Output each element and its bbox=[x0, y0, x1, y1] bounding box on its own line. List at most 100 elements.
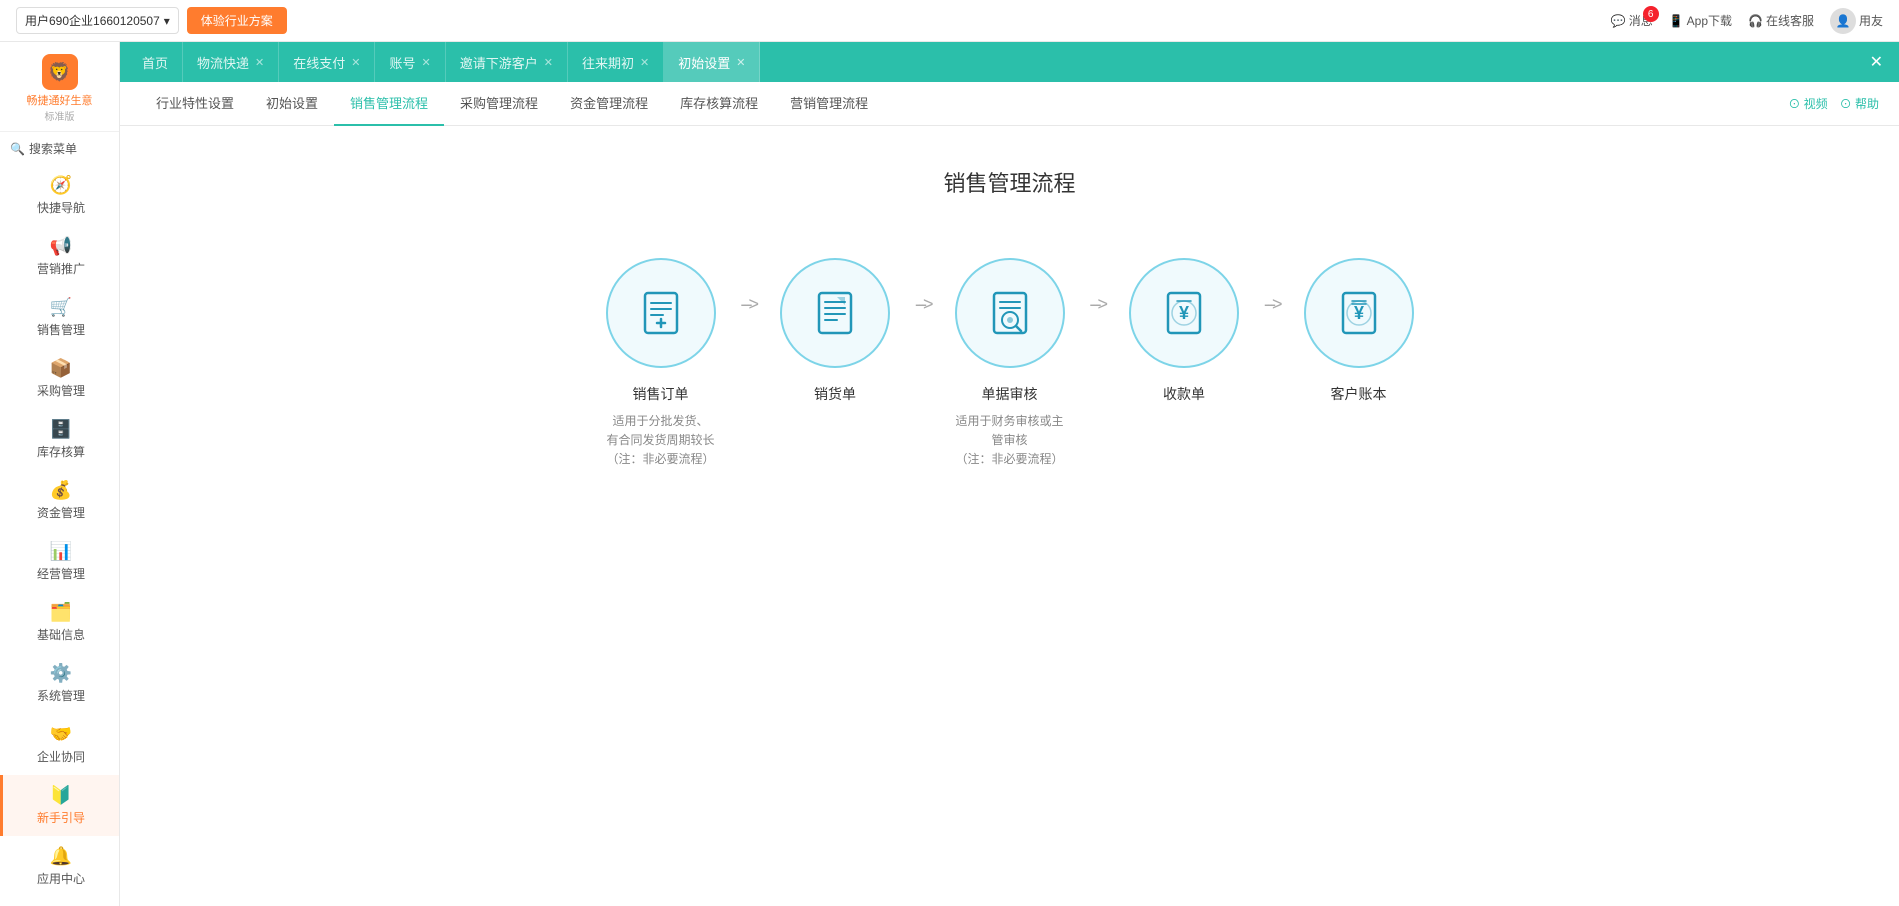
nav-tab-初始设置[interactable]: 初始设置 ✕ bbox=[664, 42, 760, 82]
sidebar-item-finance[interactable]: 💰 资金管理 bbox=[0, 470, 119, 531]
sub-tab-初始设置[interactable]: 初始设置 bbox=[250, 82, 334, 126]
sidebar-item-sales[interactable]: 🛒 销售管理 bbox=[0, 287, 119, 348]
flow-item-bill-review[interactable]: 单据审核 适用于财务审核或主管审核（注：非必要流程） bbox=[930, 258, 1090, 470]
app-icon: 📱 bbox=[1669, 14, 1684, 28]
sidebar-item-guide[interactable]: 🔰 新手引导 bbox=[0, 775, 119, 836]
top-header: 用户690企业1660120507 ▾ 体验行业方案 💬 消息 6 📱 App下… bbox=[0, 0, 1899, 42]
header-right: 💬 消息 6 📱 App下载 🎧 在线客服 👤 用友 bbox=[1611, 8, 1883, 34]
sub-tab-销售管理流程[interactable]: 销售管理流程 bbox=[334, 82, 444, 126]
sub-tab-资金管理流程[interactable]: 资金管理流程 bbox=[554, 82, 664, 126]
sub-tab-库存核算流程[interactable]: 库存核算流程 bbox=[664, 82, 774, 126]
sidebar-label-guide: 新手引导 bbox=[37, 809, 85, 826]
sidebar-items: 🧭 快捷导航 📢 营销推广 🛒 销售管理 📦 采购管理 🗄️ 库存核算 💰 资金… bbox=[0, 165, 119, 906]
sidebar-icon-guide: 🔰 bbox=[50, 785, 72, 806]
flow-circle-receipt[interactable]: ¥ bbox=[1129, 258, 1239, 368]
sidebar-icon-quick: 🧭 bbox=[50, 175, 72, 196]
sidebar-item-quick[interactable]: 🧭 快捷导航 bbox=[0, 165, 119, 226]
sub-tab-采购管理流程[interactable]: 采购管理流程 bbox=[444, 82, 554, 126]
page-content: 销售管理流程 销售订单 适用于分批发货、有合同发货周期较长（注：非必要流程） -… bbox=[120, 126, 1899, 906]
message-btn[interactable]: 💬 消息 6 bbox=[1611, 12, 1653, 29]
flow-item-customer-account[interactable]: ¥ 客户账本 bbox=[1279, 258, 1439, 412]
nav-tab-在线支付[interactable]: 在线支付 ✕ bbox=[279, 42, 375, 82]
search-label: 搜索菜单 bbox=[29, 140, 77, 157]
main-layout: 🦁 畅捷通好生意 标准版 🔍 搜索菜单 🧭 快捷导航 📢 营销推广 🛒 销售管理… bbox=[0, 42, 1899, 906]
flow-item-receipt[interactable]: ¥ 收款单 bbox=[1104, 258, 1264, 412]
sidebar-label-purchase: 采购管理 bbox=[37, 382, 85, 399]
sidebar-label-inventory: 库存核算 bbox=[37, 443, 85, 460]
nav-tab-账号[interactable]: 账号 ✕ bbox=[375, 42, 445, 82]
close-all-tabs[interactable]: ✕ bbox=[1862, 52, 1891, 72]
flow-circle-bill-review[interactable] bbox=[955, 258, 1065, 368]
sidebar-item-wechat[interactable]: 💬 企业微信 bbox=[0, 897, 119, 906]
avatar: 👤 bbox=[1830, 8, 1856, 34]
service-btn[interactable]: 🎧 在线客服 bbox=[1748, 12, 1814, 29]
sidebar-item-purchase[interactable]: 📦 采购管理 bbox=[0, 348, 119, 409]
flow-label-receipt: 收款单 bbox=[1163, 384, 1205, 404]
sidebar-item-apps[interactable]: 🔔 应用中心 bbox=[0, 836, 119, 897]
flow-desc-bill-review: 适用于财务审核或主管审核（注：非必要流程） bbox=[955, 412, 1063, 470]
headset-icon: 🎧 bbox=[1748, 14, 1763, 28]
close-tab-icon[interactable]: ✕ bbox=[422, 56, 431, 69]
flow-label-bill-review: 单据审核 bbox=[982, 384, 1038, 404]
close-tab-icon[interactable]: ✕ bbox=[351, 56, 360, 69]
sidebar-icon-inventory: 🗄️ bbox=[50, 419, 72, 440]
nav-tab-往来期初[interactable]: 往来期初 ✕ bbox=[568, 42, 664, 82]
sidebar-icon-apps: 🔔 bbox=[50, 846, 72, 867]
search-menu[interactable]: 🔍 搜索菜单 bbox=[0, 132, 119, 165]
sidebar-logo: 🦁 畅捷通好生意 标准版 bbox=[0, 42, 119, 132]
flow-item-sales-bill[interactable]: 销货单 bbox=[755, 258, 915, 412]
nav-tab-label: 首页 bbox=[142, 53, 168, 72]
flow-label-customer-account: 客户账本 bbox=[1331, 384, 1387, 404]
flow-circle-sales-order[interactable] bbox=[606, 258, 716, 368]
sidebar-item-basic[interactable]: 🗂️ 基础信息 bbox=[0, 592, 119, 653]
sub-tab-action-⊙ 视频[interactable]: ⊙ 视频 bbox=[1788, 95, 1827, 112]
flow-circle-sales-bill[interactable] bbox=[780, 258, 890, 368]
close-tab-icon[interactable]: ✕ bbox=[544, 56, 553, 69]
sidebar-icon-sales: 🛒 bbox=[50, 297, 72, 318]
user-avatar-area[interactable]: 👤 用友 bbox=[1830, 8, 1883, 34]
sub-tab-行业特性设置[interactable]: 行业特性设置 bbox=[140, 82, 250, 126]
nav-tab-label: 邀请下游客户 bbox=[460, 53, 538, 72]
sub-tab-action-⊙ 帮助[interactable]: ⊙ 帮助 bbox=[1840, 95, 1879, 112]
app-download-btn[interactable]: 📱 App下载 bbox=[1669, 12, 1732, 29]
nav-tab-邀请下游客户[interactable]: 邀请下游客户 ✕ bbox=[446, 42, 568, 82]
nav-tab-首页[interactable]: 首页 bbox=[128, 42, 183, 82]
sidebar-label-operation: 经营管理 bbox=[37, 565, 85, 582]
nav-tab-label: 物流快递 bbox=[197, 53, 249, 72]
sidebar-item-operation[interactable]: 📊 经营管理 bbox=[0, 531, 119, 592]
app-label: App下载 bbox=[1687, 12, 1732, 29]
sidebar-item-inventory[interactable]: 🗄️ 库存核算 bbox=[0, 409, 119, 470]
sidebar-label-finance: 资金管理 bbox=[37, 504, 85, 521]
sidebar-icon-marketing: 📢 bbox=[50, 236, 72, 257]
close-tab-icon[interactable]: ✕ bbox=[640, 56, 649, 69]
sidebar-icon-cooperation: 🤝 bbox=[50, 724, 72, 745]
sidebar-item-marketing[interactable]: 📢 营销推广 bbox=[0, 226, 119, 287]
trial-button[interactable]: 体验行业方案 bbox=[187, 7, 287, 34]
flow-item-sales-order[interactable]: 销售订单 适用于分批发货、有合同发货周期较长（注：非必要流程） bbox=[581, 258, 741, 470]
dropdown-icon: ▾ bbox=[164, 14, 170, 28]
nav-tab-label: 往来期初 bbox=[582, 53, 634, 72]
sidebar-label-basic: 基础信息 bbox=[37, 626, 85, 643]
sidebar-icon-purchase: 📦 bbox=[50, 358, 72, 379]
close-tab-icon[interactable]: ✕ bbox=[736, 56, 745, 69]
sidebar-item-cooperation[interactable]: 🤝 企业协同 bbox=[0, 714, 119, 775]
search-icon: 🔍 bbox=[10, 142, 25, 156]
sub-tab-营销管理流程[interactable]: 营销管理流程 bbox=[774, 82, 884, 126]
close-tab-icon[interactable]: ✕ bbox=[255, 56, 264, 69]
flow-arrow-2: - - -> bbox=[915, 258, 930, 315]
flow-label-sales-order: 销售订单 bbox=[633, 384, 689, 404]
nav-tabs: 首页 物流快递 ✕ 在线支付 ✕ 账号 ✕ 邀请下游客户 ✕ 往来期初 ✕ 初始设置 ✕ ✕ bbox=[120, 42, 1899, 82]
nav-tab-label: 账号 bbox=[389, 53, 415, 72]
sidebar-label-system: 系统管理 bbox=[37, 687, 85, 704]
nav-tab-label: 初始设置 bbox=[678, 53, 730, 72]
sidebar-item-system[interactable]: ⚙️ 系统管理 bbox=[0, 653, 119, 714]
logo-title: 畅捷通好生意 bbox=[27, 92, 93, 108]
flow-circle-customer-account[interactable]: ¥ bbox=[1304, 258, 1414, 368]
flow-diagram: 销售订单 适用于分批发货、有合同发货周期较长（注：非必要流程） - - -> 销… bbox=[140, 258, 1879, 470]
nav-tab-物流快递[interactable]: 物流快递 ✕ bbox=[183, 42, 279, 82]
flow-desc-sales-order: 适用于分批发货、有合同发货周期较长（注：非必要流程） bbox=[606, 412, 714, 470]
nav-tab-label: 在线支付 bbox=[293, 53, 345, 72]
sidebar-icon-system: ⚙️ bbox=[50, 663, 72, 684]
service-label: 在线客服 bbox=[1766, 12, 1814, 29]
user-selector[interactable]: 用户690企业1660120507 ▾ bbox=[16, 7, 179, 34]
